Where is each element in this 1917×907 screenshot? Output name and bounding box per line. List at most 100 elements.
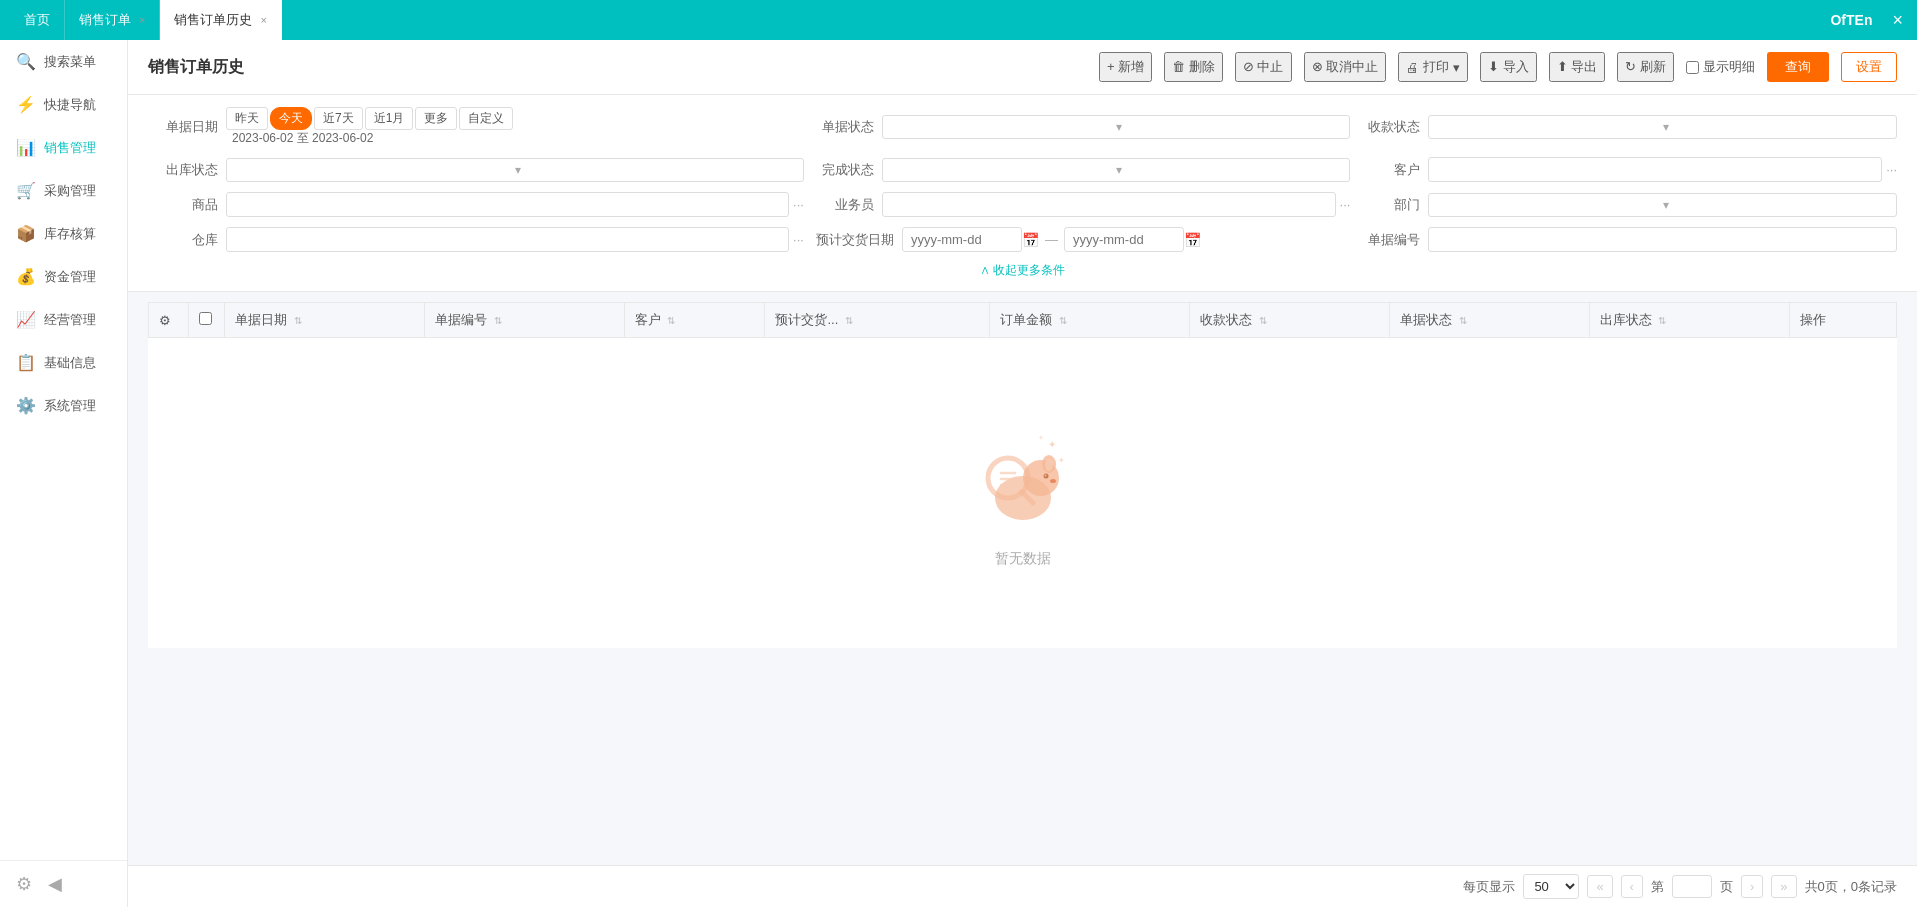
sidebar-item-system-mgmt-label: 系统管理 xyxy=(44,397,96,415)
table-body: ✦ ✦ ✦ 暂无数据 xyxy=(149,338,1897,649)
customer-dots[interactable]: ··· xyxy=(1886,162,1897,177)
expected-date-to-input[interactable] xyxy=(1064,227,1184,252)
cancel-stop-button[interactable]: ⊗ 取消中止 xyxy=(1304,52,1387,82)
stop-button[interactable]: ⊘ 中止 xyxy=(1235,52,1292,82)
last-page-button[interactable]: » xyxy=(1771,875,1796,898)
order-number-input[interactable] xyxy=(1428,227,1897,252)
sidebar-item-search-menu[interactable]: 🔍 搜索菜单 xyxy=(0,40,127,83)
receipt-status-select[interactable]: ▾ xyxy=(1428,115,1897,139)
salesperson-label: 业务员 xyxy=(804,196,874,214)
empty-illustration: ✦ ✦ ✦ xyxy=(963,418,1083,538)
th-check[interactable] xyxy=(189,303,225,338)
refresh-button[interactable]: ↻ 刷新 xyxy=(1617,52,1674,82)
th-order-date[interactable]: 单据日期 ⇅ xyxy=(225,303,425,338)
stock-out-status-arrow-icon: ▾ xyxy=(515,163,795,177)
salesperson-input[interactable] xyxy=(882,192,1336,217)
select-all-checkbox[interactable] xyxy=(199,312,212,325)
tab-home[interactable]: 首页 xyxy=(10,0,65,40)
first-page-button[interactable]: « xyxy=(1587,875,1612,898)
calendar-from-icon[interactable]: 📅 xyxy=(1022,232,1039,248)
order-status-select[interactable]: ▾ xyxy=(882,115,1351,139)
date-btn-yesterday[interactable]: 昨天 xyxy=(226,107,268,130)
print-button[interactable]: 🖨 打印 ▾ xyxy=(1398,52,1468,82)
import-button[interactable]: ⬇ 导入 xyxy=(1480,52,1537,82)
stock-out-status-select[interactable]: ▾ xyxy=(226,158,804,182)
sort-order-number-icon: ⇅ xyxy=(494,315,502,326)
department-arrow-icon: ▾ xyxy=(1663,198,1888,212)
warehouse-label: 仓库 xyxy=(148,231,218,249)
operation-mgmt-icon: 📈 xyxy=(16,310,36,329)
table-settings-icon[interactable]: ⚙ xyxy=(159,313,171,328)
new-button[interactable]: + 新增 xyxy=(1099,52,1152,82)
tab-sales-order-history-close[interactable]: × xyxy=(260,14,266,26)
tab-sales-order-close[interactable]: × xyxy=(139,14,145,26)
sidebar-item-system-mgmt[interactable]: ⚙️ 系统管理 xyxy=(0,384,127,427)
date-btn-1month[interactable]: 近1月 xyxy=(365,107,414,130)
date-btn-group: 昨天 今天 近7天 近1月 更多 自定义 xyxy=(226,107,513,130)
tab-sales-order[interactable]: 销售订单 × xyxy=(65,0,160,40)
sort-order-status-icon: ⇅ xyxy=(1459,315,1467,326)
sort-order-amount-icon: ⇅ xyxy=(1059,315,1067,326)
th-receipt-status-label: 收款状态 xyxy=(1200,312,1252,327)
sidebar-collapse-icon[interactable]: ◀ xyxy=(48,873,62,895)
total-info: 共0页，0条记录 xyxy=(1805,878,1897,896)
th-order-amount[interactable]: 订单金额 ⇅ xyxy=(990,303,1190,338)
window-close-button[interactable]: × xyxy=(1888,6,1907,35)
customer-input[interactable] xyxy=(1428,157,1882,182)
tab-sales-order-history[interactable]: 销售订单历史 × xyxy=(160,0,281,40)
delete-button[interactable]: 🗑 删除 xyxy=(1164,52,1223,82)
product-dots[interactable]: ··· xyxy=(793,197,804,212)
sidebar-item-capital-mgmt[interactable]: 💰 资金管理 xyxy=(0,255,127,298)
export-button[interactable]: ⬆ 导出 xyxy=(1549,52,1606,82)
calendar-to-icon[interactable]: 📅 xyxy=(1184,232,1201,248)
expected-date-label: 预计交货日期 xyxy=(804,231,894,249)
warehouse-input[interactable] xyxy=(226,227,789,252)
th-stock-out-status[interactable]: 出库状态 ⇅ xyxy=(1589,303,1789,338)
product-input[interactable] xyxy=(226,192,789,217)
th-order-status[interactable]: 单据状态 ⇅ xyxy=(1389,303,1589,338)
sidebar-item-stock-check[interactable]: 📦 库存核算 xyxy=(0,212,127,255)
th-receipt-status[interactable]: 收款状态 ⇅ xyxy=(1189,303,1389,338)
stock-out-status-label: 出库状态 xyxy=(148,161,218,179)
sidebar-settings-icon[interactable]: ⚙ xyxy=(16,873,32,895)
sidebar-item-quick-nav[interactable]: ⚡ 快捷导航 xyxy=(0,83,127,126)
th-customer[interactable]: 客户 ⇅ xyxy=(624,303,765,338)
query-button[interactable]: 查询 xyxy=(1767,52,1829,82)
sidebar-item-sales-mgmt[interactable]: 📊 销售管理 xyxy=(0,126,127,169)
date-btn-7days[interactable]: 近7天 xyxy=(314,107,363,130)
expected-date-from-input[interactable] xyxy=(902,227,1022,252)
table-wrap: ⚙ 单据日期 ⇅ 单据编号 ⇅ xyxy=(128,292,1917,865)
sidebar-item-basic-info[interactable]: 📋 基础信息 xyxy=(0,341,127,384)
filter-row-4: 仓库 ··· 预计交货日期 📅 — 📅 单据编号 xyxy=(148,227,1897,252)
salesperson-dots[interactable]: ··· xyxy=(1340,197,1351,212)
warehouse-dots[interactable]: ··· xyxy=(793,232,804,247)
top-bar: 首页 销售订单 × 销售订单历史 × OfTEn × xyxy=(0,0,1917,40)
sidebar-item-operation-mgmt-label: 经营管理 xyxy=(44,311,96,329)
next-page-button[interactable]: › xyxy=(1741,875,1763,898)
date-btn-more[interactable]: 更多 xyxy=(415,107,457,130)
date-btn-today[interactable]: 今天 xyxy=(270,107,312,130)
th-settings[interactable]: ⚙ xyxy=(149,303,189,338)
collapse-bar[interactable]: ∧ 收起更多条件 xyxy=(148,262,1897,279)
svg-point-5 xyxy=(1044,475,1046,477)
setting-button[interactable]: 设置 xyxy=(1841,52,1897,82)
th-order-number-label: 单据编号 xyxy=(435,312,487,327)
completion-status-select[interactable]: ▾ xyxy=(882,158,1351,182)
prev-page-button[interactable]: ‹ xyxy=(1621,875,1643,898)
date-range-text: 2023-06-02 至 2023-06-02 xyxy=(232,130,513,147)
th-expected-delivery[interactable]: 预计交货... ⇅ xyxy=(765,303,990,338)
filter-row-1: 单据日期 昨天 今天 近7天 近1月 更多 自定义 2023-06-02 至 2… xyxy=(148,107,1897,147)
th-order-amount-label: 订单金额 xyxy=(1000,312,1052,327)
sidebar-item-search-menu-label: 搜索菜单 xyxy=(44,53,96,71)
th-order-number[interactable]: 单据编号 ⇅ xyxy=(424,303,624,338)
department-select[interactable]: ▾ xyxy=(1428,193,1897,217)
date-btn-custom[interactable]: 自定义 xyxy=(459,107,513,130)
system-mgmt-icon: ⚙️ xyxy=(16,396,36,415)
current-page-input[interactable]: 1 xyxy=(1672,875,1712,898)
display-detail-checkbox[interactable] xyxy=(1686,61,1699,74)
date-label: 单据日期 xyxy=(148,118,218,136)
sort-expected-delivery-icon: ⇅ xyxy=(845,315,853,326)
sidebar-item-purchase-mgmt[interactable]: 🛒 采购管理 xyxy=(0,169,127,212)
page-size-select[interactable]: 50 10 20 100 xyxy=(1523,874,1579,899)
sidebar-item-operation-mgmt[interactable]: 📈 经营管理 xyxy=(0,298,127,341)
